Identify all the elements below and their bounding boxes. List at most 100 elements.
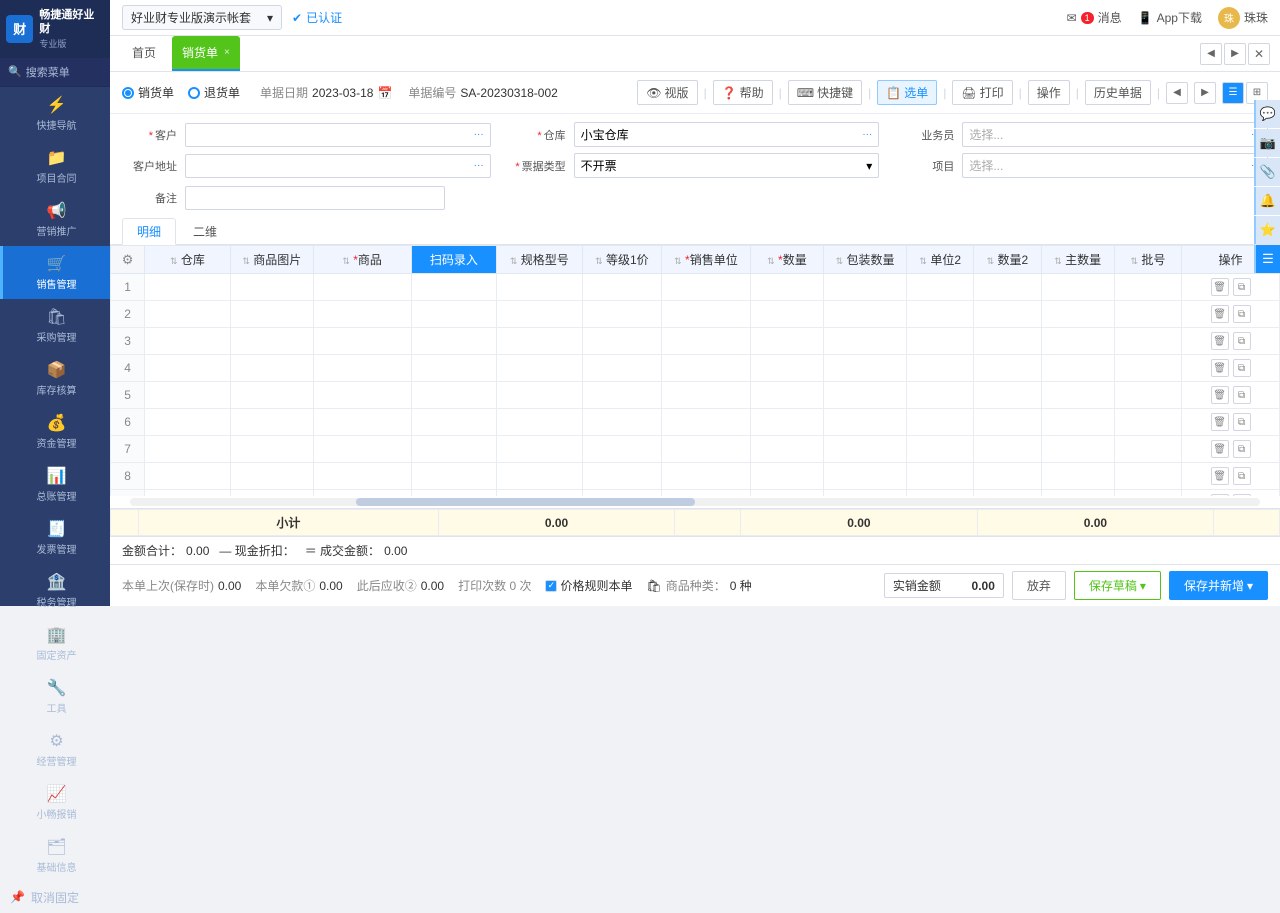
cell-scan[interactable] xyxy=(411,409,497,436)
cell-pack-qty[interactable] xyxy=(824,328,907,355)
tab-2d[interactable]: 二维 xyxy=(178,218,232,244)
cell-qty2[interactable] xyxy=(974,382,1041,409)
cell-main-qty[interactable] xyxy=(1041,382,1114,409)
sidebar-item-report[interactable]: 📈 小畅报销 xyxy=(0,776,110,829)
float-btn-3[interactable]: 📎 xyxy=(1254,158,1280,186)
float-btn-2[interactable]: 📷 xyxy=(1254,129,1280,157)
cell-goods[interactable] xyxy=(313,274,411,301)
sidebar-item-inventory[interactable]: 📦 库存核算 xyxy=(0,352,110,405)
chevron-down-new-icon[interactable]: ▾ xyxy=(1247,579,1253,593)
copy-row-btn[interactable]: ⧉ xyxy=(1233,278,1251,296)
address-input[interactable]: ··· xyxy=(185,154,491,178)
calendar-icon[interactable]: 📅 xyxy=(377,86,392,100)
address-dots[interactable]: ··· xyxy=(474,160,484,171)
cell-goods[interactable] xyxy=(313,463,411,490)
prev-tab-btn[interactable]: ◀ xyxy=(1200,43,1222,65)
view-btn[interactable]: 👁 视版 xyxy=(637,80,697,105)
copy-row-btn[interactable]: ⧉ xyxy=(1233,467,1251,485)
cell-unit2[interactable] xyxy=(907,436,974,463)
project-input[interactable]: 选择... ··· xyxy=(962,153,1268,178)
next-tab-btn[interactable]: ▶ xyxy=(1224,43,1246,65)
cell-pack-qty[interactable] xyxy=(824,436,907,463)
cell-batch[interactable] xyxy=(1114,463,1181,490)
cell-unit2[interactable] xyxy=(907,301,974,328)
tab-sale-order[interactable]: 销货单 × xyxy=(172,36,240,71)
cell-unit2[interactable] xyxy=(907,355,974,382)
cell-spec[interactable] xyxy=(497,355,583,382)
cell-price[interactable] xyxy=(582,463,661,490)
cell-qty2[interactable] xyxy=(974,301,1041,328)
cell-warehouse[interactable] xyxy=(145,463,231,490)
cell-price[interactable] xyxy=(582,382,661,409)
delete-row-btn[interactable]: 🗑 xyxy=(1211,332,1229,350)
cell-image[interactable] xyxy=(230,382,313,409)
sidebar-item-sales[interactable]: 🛒 销售管理 xyxy=(0,246,110,299)
cell-image[interactable] xyxy=(230,328,313,355)
user-avatar[interactable]: 珠 珠珠 xyxy=(1218,7,1268,29)
cell-price[interactable] xyxy=(582,355,661,382)
delete-row-btn[interactable]: 🗑 xyxy=(1211,467,1229,485)
cell-qty[interactable] xyxy=(750,274,823,301)
sidebar-item-marketing[interactable]: 📢 营销推广 xyxy=(0,193,110,246)
help-btn[interactable]: ❓ 帮助 xyxy=(713,80,773,105)
cell-pack-qty[interactable] xyxy=(824,355,907,382)
cell-unit[interactable] xyxy=(662,436,751,463)
cell-unit[interactable] xyxy=(662,382,751,409)
cell-qty2[interactable] xyxy=(974,274,1041,301)
warehouse-input[interactable]: 小宝仓库 ··· xyxy=(574,122,880,147)
cell-warehouse[interactable] xyxy=(145,436,231,463)
save-new-btn[interactable]: 保存并新增 ▾ xyxy=(1169,571,1268,600)
delete-row-btn[interactable]: 🗑 xyxy=(1211,386,1229,404)
cell-spec[interactable] xyxy=(497,409,583,436)
cell-spec[interactable] xyxy=(497,301,583,328)
cell-qty[interactable] xyxy=(750,382,823,409)
copy-row-btn[interactable]: ⧉ xyxy=(1233,332,1251,350)
cell-batch[interactable] xyxy=(1114,328,1181,355)
cell-qty2[interactable] xyxy=(974,328,1041,355)
cell-image[interactable] xyxy=(230,301,313,328)
cell-pack-qty[interactable] xyxy=(824,274,907,301)
sidebar-item-unpin[interactable]: 📌 取消固定 xyxy=(0,882,110,913)
cell-unit[interactable] xyxy=(662,274,751,301)
cell-qty[interactable] xyxy=(750,355,823,382)
cell-spec[interactable] xyxy=(497,463,583,490)
table-view-btn[interactable]: ☰ xyxy=(1222,82,1244,104)
cell-scan[interactable] xyxy=(411,301,497,328)
cell-batch[interactable] xyxy=(1114,274,1181,301)
cell-spec[interactable] xyxy=(497,382,583,409)
cell-pack-qty[interactable] xyxy=(824,301,907,328)
history-btn[interactable]: 历史单据 xyxy=(1085,80,1151,105)
delete-row-btn[interactable]: 🗑 xyxy=(1211,440,1229,458)
horizontal-scrollbar[interactable] xyxy=(130,498,1260,506)
cell-warehouse[interactable] xyxy=(145,355,231,382)
customer-dots[interactable]: ··· xyxy=(474,129,484,140)
copy-row-btn[interactable]: ⧉ xyxy=(1233,359,1251,377)
cell-unit2[interactable] xyxy=(907,274,974,301)
salesperson-input[interactable]: 选择... ··· xyxy=(962,122,1268,147)
invoice-select[interactable]: 不开票 ▾ xyxy=(574,153,880,178)
float-btn-1[interactable]: 💬 xyxy=(1254,100,1280,128)
cell-goods[interactable] xyxy=(313,328,411,355)
sidebar-search[interactable]: 🔍 搜索菜单 xyxy=(0,58,110,87)
cell-qty[interactable] xyxy=(750,409,823,436)
warehouse-dots[interactable]: ··· xyxy=(862,129,872,140)
cell-pack-qty[interactable] xyxy=(824,463,907,490)
cell-pack-qty[interactable] xyxy=(824,409,907,436)
cell-warehouse[interactable] xyxy=(145,328,231,355)
cell-qty2[interactable] xyxy=(974,355,1041,382)
cell-main-qty[interactable] xyxy=(1041,274,1114,301)
cell-main-qty[interactable] xyxy=(1041,328,1114,355)
cell-unit[interactable] xyxy=(662,409,751,436)
cell-scan[interactable] xyxy=(411,436,497,463)
float-btn-4[interactable]: 🔔 xyxy=(1254,187,1280,215)
cell-batch[interactable] xyxy=(1114,355,1181,382)
cell-image[interactable] xyxy=(230,436,313,463)
cell-qty2[interactable] xyxy=(974,409,1041,436)
delete-row-btn[interactable]: 🗑 xyxy=(1211,278,1229,296)
cell-qty2[interactable] xyxy=(974,463,1041,490)
cell-qty[interactable] xyxy=(750,301,823,328)
message-btn[interactable]: ✉ 1 消息 xyxy=(1067,9,1122,26)
cell-main-qty[interactable] xyxy=(1041,301,1114,328)
date-value[interactable]: 2023-03-18 xyxy=(312,86,373,100)
cell-goods[interactable] xyxy=(313,382,411,409)
